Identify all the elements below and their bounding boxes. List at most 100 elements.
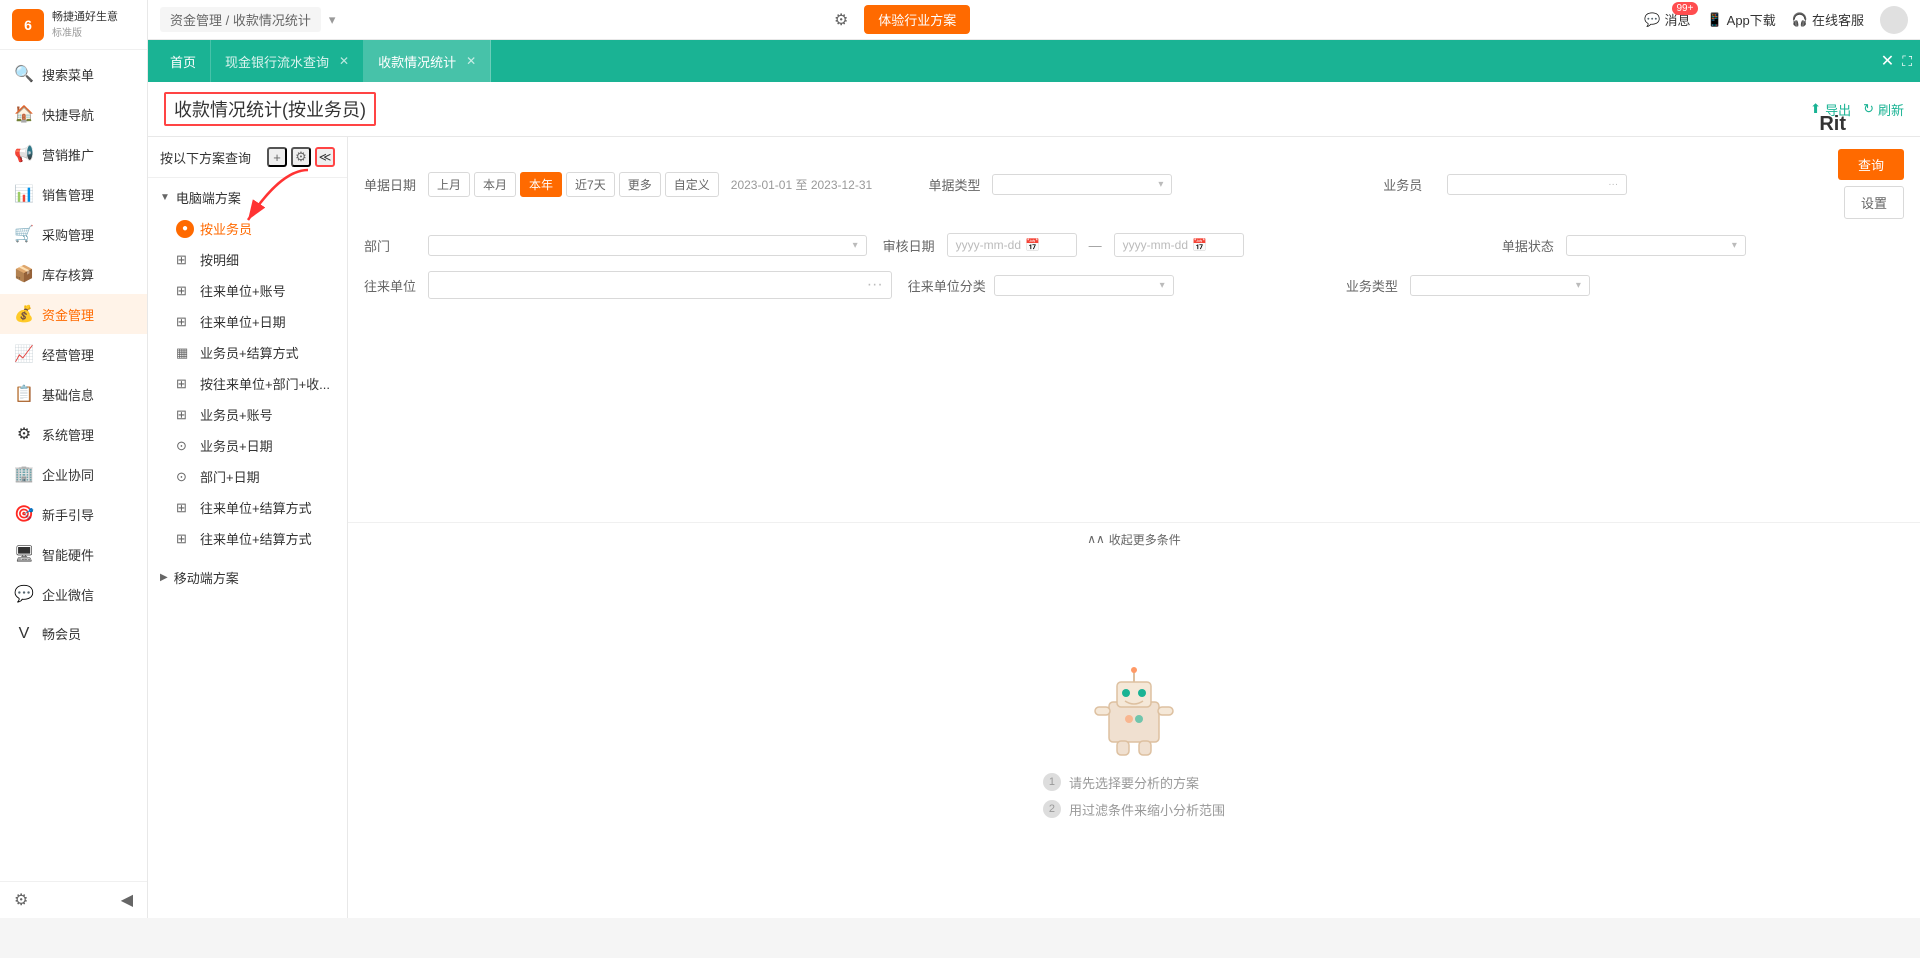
- date-tab-last-month[interactable]: 上月: [428, 172, 470, 197]
- scheme-item-customer-settlement1[interactable]: ⊞ 往来单位+结算方式: [148, 492, 347, 523]
- empty-state: 1 请先选择要分析的方案 2 用过滤条件来缩小分析范围: [1043, 657, 1225, 819]
- audit-date-start-input[interactable]: yyyy-mm-dd 📅: [947, 233, 1077, 257]
- top-right-actions: 💬 消息 99+ 📱 App下载 🎧 在线客服: [1644, 6, 1908, 34]
- sidebar-item-finance[interactable]: 💰 资金管理: [0, 294, 147, 334]
- dept-chevron: ▾: [853, 240, 858, 251]
- tab-close-bank-flow[interactable]: ✕: [339, 54, 349, 68]
- scheme-item-salesman-settlement[interactable]: ▦ 业务员+结算方式: [148, 337, 347, 368]
- tab-receipt-stats[interactable]: 收款情况统计 ✕: [364, 40, 491, 82]
- dept-select[interactable]: ▾: [428, 235, 867, 256]
- sidebar-item-system[interactable]: ⚙ 系统管理: [0, 414, 147, 454]
- basic-icon: 📋: [14, 384, 34, 404]
- voucher-type-label: 单据类型: [928, 175, 984, 194]
- scheme-item-salesman[interactable]: ● 按业务员: [148, 213, 347, 244]
- sidebar-collapse-icon[interactable]: ◀: [121, 890, 133, 910]
- sidebar-item-quicknav[interactable]: 🏠 快捷导航: [0, 94, 147, 134]
- active-indicator: ●: [176, 220, 194, 238]
- voucher-status-select[interactable]: ▾: [1566, 235, 1746, 256]
- sidebar-item-wechat[interactable]: 💬 企业微信: [0, 574, 147, 614]
- logo-text: 畅捷通好生意: [52, 10, 118, 24]
- scheme-add-button[interactable]: +: [267, 147, 287, 167]
- sidebar-item-guide[interactable]: 🎯 新手引导: [0, 494, 147, 534]
- scheme-item-customer-date[interactable]: ⊞ 往来单位+日期: [148, 306, 347, 337]
- main-area: 首页 现金银行流水查询 ✕ 收款情况统计 ✕ ✕ ⛶ 收款情况统计(按业务员) …: [148, 40, 1920, 918]
- date-tab-this-year[interactable]: 本年: [520, 172, 562, 197]
- sidebar-bottom: ⚙ ◀: [0, 881, 147, 918]
- tab-fullscreen-icon[interactable]: ⛶: [1902, 53, 1912, 70]
- customer-settle1-icon: ⊞: [176, 500, 194, 516]
- scheme-item-customer-settlement2[interactable]: ⊞ 往来单位+结算方式: [148, 523, 347, 554]
- online-service-button[interactable]: 🎧 在线客服: [1792, 10, 1864, 29]
- scheme-item-detail[interactable]: ⊞ 按明细: [148, 244, 347, 275]
- sidebar-item-management[interactable]: 📈 经营管理: [0, 334, 147, 374]
- sidebar-item-sales[interactable]: 📊 销售管理: [0, 174, 147, 214]
- scheme-item-customer-dept-collect[interactable]: ⊞ 按往来单位+部门+收...: [148, 368, 347, 399]
- collapse-bar[interactable]: ∧∧ 收起更多条件: [348, 522, 1920, 556]
- sidebar-item-purchase[interactable]: 🛒 采购管理: [0, 214, 147, 254]
- scheme-item-dept-date[interactable]: ⊙ 部门+日期: [148, 461, 347, 492]
- scheme-setting-button[interactable]: ⚙: [291, 147, 311, 167]
- page-title: 收款情况统计(按业务员): [164, 92, 376, 126]
- scheme-header-actions: + ⚙ ≪: [267, 147, 335, 167]
- customer-date-icon: ⊞: [176, 314, 194, 330]
- date-tabs: 上月 本月 本年 近7天 更多 自定义 2023-01-01 至 2023-12…: [428, 172, 912, 197]
- voucher-type-select[interactable]: ▾: [992, 174, 1172, 195]
- sidebar-item-basic[interactable]: 📋 基础信息: [0, 374, 147, 414]
- set-button[interactable]: 设置: [1844, 186, 1904, 219]
- sidebar-setting-icon[interactable]: ⚙: [14, 890, 28, 910]
- user-avatar[interactable]: [1880, 6, 1908, 34]
- message-button[interactable]: 💬 消息 99+: [1644, 10, 1690, 29]
- sidebar-item-marketing[interactable]: 📢 营销推广: [0, 134, 147, 174]
- content-body: 按以下方案查询 + ⚙ ≪: [148, 137, 1920, 918]
- sidebar-item-hardware[interactable]: 🖥 智能硬件: [0, 534, 147, 574]
- filter-field-customer-category: 往来单位分类 ▾: [908, 275, 1330, 296]
- sidebar-nav: 🔍 搜索菜单 🏠 快捷导航 📢 营销推广 📊 销售管理 🛒 采购管理 📦 库存核…: [0, 50, 147, 881]
- date-tab-this-month[interactable]: 本月: [474, 172, 516, 197]
- breadcrumb: 资金管理 / 收款情况统计: [160, 7, 321, 32]
- business-type-select[interactable]: ▾: [1410, 275, 1590, 296]
- calendar-icon-start: 📅: [1025, 238, 1040, 252]
- tab-home[interactable]: 首页: [156, 40, 211, 82]
- date-tab-more[interactable]: 更多: [619, 172, 661, 197]
- scheme-item-customer-account[interactable]: ⊞ 往来单位+账号: [148, 275, 347, 306]
- guide-icon: 🎯: [14, 504, 34, 524]
- refresh-button[interactable]: ↻ 刷新: [1863, 100, 1904, 119]
- sidebar: 6 畅捷通好生意 标准版 🔍 搜索菜单 🏠 快捷导航 📢 营销推广 📊 销售管理…: [0, 0, 148, 918]
- scheme-item-salesman-date[interactable]: ⊙ 业务员+日期: [148, 430, 347, 461]
- date-tab-custom[interactable]: 自定义: [665, 172, 719, 197]
- sales-icon: 📊: [14, 184, 34, 204]
- audit-date-end-input[interactable]: yyyy-mm-dd 📅: [1114, 233, 1244, 257]
- customer-select[interactable]: ···: [428, 271, 892, 299]
- dropdown-icon[interactable]: ▾: [329, 12, 336, 28]
- query-button[interactable]: 查询: [1838, 149, 1904, 180]
- tab-close-receipt-stats[interactable]: ✕: [466, 54, 476, 68]
- voucher-type-chevron: ▾: [1158, 179, 1163, 190]
- sidebar-item-collab[interactable]: 🏢 企业协同: [0, 454, 147, 494]
- trial-button[interactable]: 体验行业方案: [864, 5, 970, 34]
- customer-account-icon: ⊞: [176, 283, 194, 299]
- date-tab-7days[interactable]: 近7天: [566, 172, 615, 197]
- salesman-select[interactable]: ···: [1447, 174, 1627, 195]
- app-download-button[interactable]: 📱 App下载: [1706, 10, 1775, 29]
- message-badge: 99+: [1672, 2, 1699, 15]
- sidebar-item-member[interactable]: V 畅会员: [0, 614, 147, 653]
- customer-label: 往来单位: [364, 276, 420, 295]
- sidebar-item-inventory[interactable]: 📦 库存核算: [0, 254, 147, 294]
- member-icon: V: [14, 625, 34, 643]
- hint-num-1: 1: [1043, 773, 1061, 791]
- tab-bar: 首页 现金银行流水查询 ✕ 收款情况统计 ✕ ✕ ⛶: [148, 40, 1920, 82]
- tab-close-all-icon[interactable]: ✕: [1881, 51, 1894, 71]
- sidebar-item-search[interactable]: 🔍 搜索菜单: [0, 54, 147, 94]
- inventory-icon: 📦: [14, 264, 34, 284]
- scheme-item-salesman-account[interactable]: ⊞ 业务员+账号: [148, 399, 347, 430]
- settings-icon[interactable]: ⚙: [834, 10, 848, 30]
- tab-bank-flow[interactable]: 现金银行流水查询 ✕: [211, 40, 364, 82]
- scheme-group-header-mobile[interactable]: ▶ 移动端方案: [148, 562, 347, 593]
- robot-illustration: [1089, 657, 1179, 757]
- top-bar: 资金管理 / 收款情况统计 ▾ ⚙ 体验行业方案 💬 消息 99+ 📱 App下…: [148, 0, 1920, 40]
- action-buttons: 查询 设置: [1838, 149, 1904, 219]
- customer-category-select[interactable]: ▾: [994, 275, 1174, 296]
- top-bar-actions: ⚙ 体验行业方案: [834, 5, 970, 34]
- scheme-group-header-desktop[interactable]: ▼ 电脑端方案: [148, 182, 347, 213]
- scheme-collapse-button[interactable]: ≪: [315, 147, 335, 167]
